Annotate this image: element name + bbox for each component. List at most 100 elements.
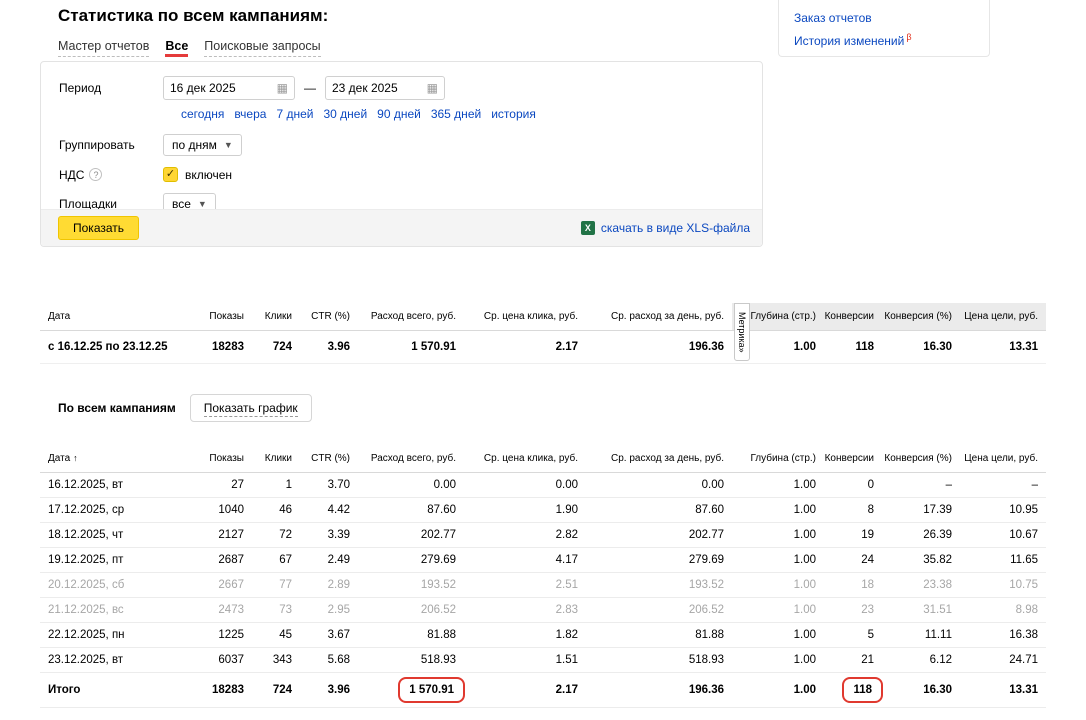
row-date: 23.12.2025, вт	[40, 647, 200, 673]
date-from-input[interactable]: 16 дек 2025 ▦	[163, 76, 295, 100]
detail-column-header-date[interactable]: Дата ↑	[40, 445, 200, 473]
vat-checkbox-label[interactable]: включен	[185, 168, 232, 182]
date-column-label: Дата	[48, 453, 71, 464]
row-value: 10.95	[960, 497, 1046, 523]
table-row: 16.12.2025, вт 27 1 3.70 0.00 0.00 0.00 1.00 0– –	[40, 472, 1046, 498]
row-value: –	[960, 472, 1046, 498]
row-value: 3.67	[300, 622, 358, 648]
group-by-select[interactable]: по дням ▼	[163, 134, 242, 156]
xls-download[interactable]: X скачать в виде XLS-файла	[580, 221, 750, 235]
total-value: 18283	[200, 672, 252, 708]
row-value: 10.75	[960, 572, 1046, 598]
total-value: 3.96	[300, 672, 358, 708]
statistics-page: Статистика по всем кампаниям: Заказ отче…	[0, 0, 1086, 720]
tab-item[interactable]: Поисковые запросы	[204, 39, 321, 57]
row-value: 1.00	[732, 497, 824, 523]
summary-column-header: Клики	[264, 311, 292, 322]
row-value: 202.77	[358, 522, 464, 548]
row-value: 46	[252, 497, 300, 523]
row-value: 2127	[200, 522, 252, 548]
total-value: 1 570.91	[358, 672, 465, 708]
row-value: 1.00	[732, 622, 824, 648]
group-by-value: по дням	[172, 138, 217, 152]
row-value: 3.70	[300, 472, 358, 498]
quick-range-link[interactable]: 365 дней	[431, 107, 481, 121]
row-value: 23	[824, 597, 882, 623]
row-value: 0.00	[586, 472, 732, 498]
summary-row-value: 16.30	[882, 330, 960, 364]
calendar-icon[interactable]: ▦	[427, 82, 438, 94]
summary-row-value: 1 570.91	[358, 330, 464, 364]
row-value: 31.51	[882, 597, 960, 623]
total-value: 16.30	[882, 672, 960, 708]
summary-row-value: 724	[252, 330, 300, 364]
row-value: 87.60	[586, 497, 732, 523]
row-date: 21.12.2025, вс	[40, 597, 200, 623]
row-value: 5	[824, 622, 882, 648]
table-row: 18.12.2025, чт 2127 72 3.39 202.77 2.82 202.77…	[40, 522, 1046, 548]
row-value: 23.38	[882, 572, 960, 598]
vat-row: НДС ? ✓ включен	[59, 167, 762, 182]
row-value: 4.17	[464, 547, 586, 573]
calendar-icon[interactable]: ▦	[277, 82, 288, 94]
chevron-down-icon: ▼	[197, 199, 207, 209]
quick-ranges: сегодня вчера 7 дней 30 дней 90 дней 365 дней…	[181, 107, 762, 121]
quick-range-link[interactable]: сегодня	[181, 107, 224, 121]
total-row: Итого 18283 724 3.96 1 570.91 2.17 196.36 1.00 1…	[40, 672, 1046, 708]
row-value: 26.39	[882, 522, 960, 548]
row-value: 24	[824, 547, 882, 573]
tabs: Мастер отчетов Все Поисковые запросы	[58, 39, 321, 57]
tab-active[interactable]: Все	[165, 39, 189, 57]
vat-label: НДС ?	[59, 168, 163, 182]
row-value: 87.60	[358, 497, 464, 523]
help-icon[interactable]: ?	[89, 168, 103, 181]
row-value: 67	[252, 547, 300, 573]
row-value: 10.67	[960, 522, 1046, 548]
quick-range-link[interactable]: история	[491, 107, 536, 121]
summary-section: Дата Показы Клики CTR (%) Расход всего, руб.…	[40, 303, 1046, 364]
row-value: 1.00	[732, 522, 824, 548]
row-value: 193.52	[358, 572, 464, 598]
row-value: 72	[252, 522, 300, 548]
vat-checkbox[interactable]: ✓	[163, 167, 178, 182]
summary-table: Дата Показы Клики CTR (%) Расход всего, руб.…	[40, 303, 1046, 364]
quick-range-link[interactable]: вчера	[234, 107, 266, 121]
row-value: 2473	[200, 597, 252, 623]
order-reports-link[interactable]: Заказ отчетов	[794, 11, 989, 25]
quick-range-link[interactable]: 30 дней	[323, 107, 367, 121]
detail-column-header: Конверсии	[824, 453, 874, 464]
change-history-label: История изменений	[794, 34, 905, 48]
page-title: Статистика по всем кампаниям:	[58, 6, 329, 25]
row-value: 6037	[200, 647, 252, 673]
metrika-tab[interactable]: Метрика»	[734, 303, 750, 361]
row-value: 2.51	[464, 572, 586, 598]
detail-column-header: CTR (%)	[311, 453, 350, 464]
row-value: 2.82	[464, 522, 586, 548]
summary-column-header: Ср. цена клика, руб.	[483, 311, 578, 322]
row-value: 1225	[200, 622, 252, 648]
row-value: 206.52	[586, 597, 732, 623]
tab-item[interactable]: Мастер отчетов	[58, 39, 150, 57]
sort-asc-icon: ↑	[73, 453, 78, 463]
table-row: 21.12.2025, вс 2473 73 2.95 206.52 2.83 206.52…	[40, 597, 1046, 623]
xls-link[interactable]: скачать в виде XLS-файла	[601, 221, 750, 235]
summary-data-row: с 16.12.25 по 23.12.25 18283 724 3.96 1 570.…	[40, 330, 1046, 364]
detail-body: 16.12.2025, вт 27 1 3.70 0.00 0.00 0.00 1.00 0– –…	[40, 472, 1046, 708]
quick-range-link[interactable]: 7 дней	[276, 107, 313, 121]
show-chart-button[interactable]: Показать график	[189, 394, 312, 422]
detail-section: Дата ↑ Показы Клики CTR (%) Расход всего, руб…	[40, 445, 1046, 708]
campaigns-title: По всем кампаниям	[58, 401, 176, 415]
date-to-input[interactable]: 23 дек 2025 ▦	[325, 76, 445, 100]
total-value: 2.17	[464, 672, 586, 708]
total-value: 118	[824, 672, 883, 708]
row-value: 24.71	[960, 647, 1046, 673]
change-history-link[interactable]: История изменений β	[794, 32, 989, 48]
show-button[interactable]: Показать	[58, 216, 140, 240]
quick-range-link[interactable]: 90 дней	[377, 107, 421, 121]
detail-header-row: Дата ↑ Показы Клики CTR (%) Расход всего, руб…	[40, 445, 1046, 473]
row-value: 1.00	[732, 597, 824, 623]
row-value: 518.93	[358, 647, 464, 673]
row-value: 1	[252, 472, 300, 498]
row-value: 81.88	[586, 622, 732, 648]
filter-footer: Показать X скачать в виде XLS-файла	[41, 209, 762, 246]
